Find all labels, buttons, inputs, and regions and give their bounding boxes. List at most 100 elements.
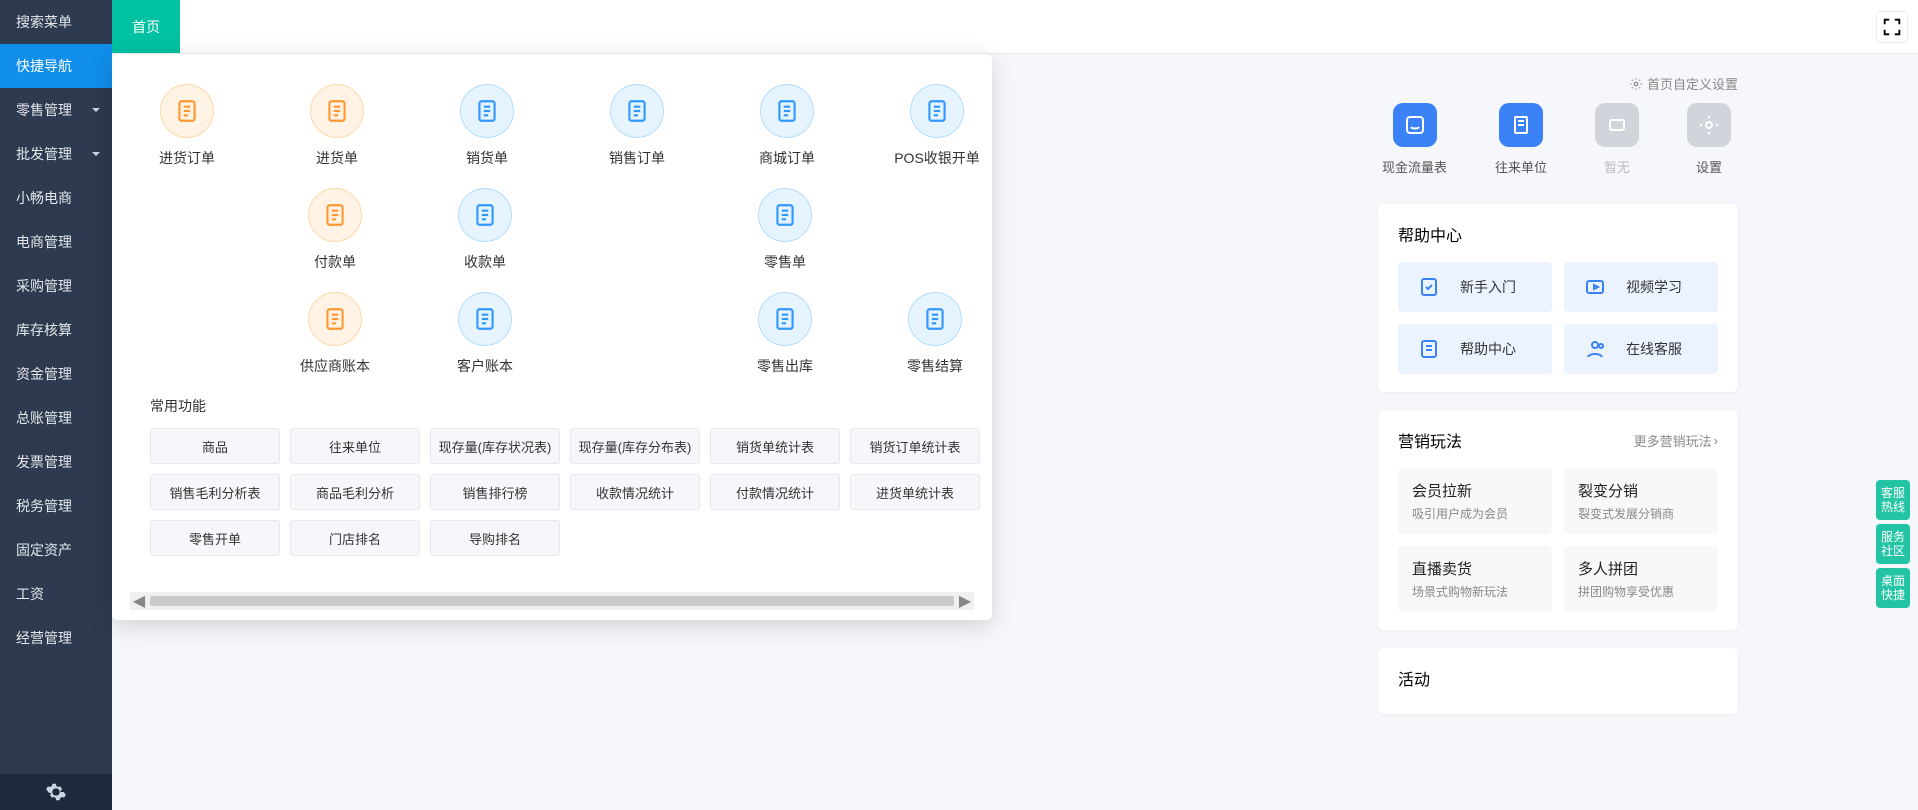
tab-label: 首页 xyxy=(132,17,160,37)
common-fn-label: 付款情况统计 xyxy=(736,483,814,502)
common-fn-button[interactable]: 商品 xyxy=(150,428,280,464)
common-fn-button[interactable]: 销货订单统计表 xyxy=(850,428,980,464)
common-fn-label: 进货单统计表 xyxy=(876,483,954,502)
help-title: 帮助中心 xyxy=(1398,222,1462,246)
sidebar-item-3[interactable]: 批发管理 xyxy=(0,132,112,176)
flow-node[interactable]: 销售订单 xyxy=(612,84,662,168)
float-chip[interactable]: 客服热线 xyxy=(1876,480,1910,520)
flow-node[interactable]: 客户账本 xyxy=(460,292,510,376)
customize-link[interactable]: 首页自定义设置 xyxy=(1378,74,1738,93)
document-icon xyxy=(310,84,364,138)
help-item[interactable]: 帮助中心 xyxy=(1398,324,1552,374)
sidebar-item-label: 快捷导航 xyxy=(16,44,72,88)
common-fn-label: 往来单位 xyxy=(329,437,381,456)
common-fn-label: 零售开单 xyxy=(189,529,241,548)
common-fn-label: 商品毛利分析 xyxy=(316,483,394,502)
sidebar-item-2[interactable]: 零售管理 xyxy=(0,88,112,132)
float-chip[interactable]: 服务社区 xyxy=(1876,524,1910,564)
fullscreen-button[interactable] xyxy=(1876,11,1908,43)
document-icon xyxy=(458,188,512,242)
common-fn-button[interactable]: 收款情况统计 xyxy=(570,474,700,510)
document-icon xyxy=(160,84,214,138)
sidebar-item-12[interactable]: 固定资产 xyxy=(0,528,112,572)
float-chip[interactable]: 桌面快捷 xyxy=(1876,568,1910,608)
help-item[interactable]: 新手入门 xyxy=(1398,262,1552,312)
shortcut-label: 现金流量表 xyxy=(1382,157,1447,176)
flow-node[interactable]: 零售单 xyxy=(760,188,810,272)
common-fn-button[interactable]: 门店排名 xyxy=(290,520,420,556)
document-icon xyxy=(460,84,514,138)
common-fn-label: 导购排名 xyxy=(469,529,521,548)
shortcut-label: 设置 xyxy=(1696,157,1722,176)
flow-node[interactable]: 付款单 xyxy=(310,188,360,272)
sidebar-item-label: 经营管理 xyxy=(16,616,72,660)
sidebar-item-label: 发票管理 xyxy=(16,440,72,484)
help-item[interactable]: 在线客服 xyxy=(1564,324,1718,374)
shortcut-label: 暂无 xyxy=(1604,157,1630,176)
sidebar-item-6[interactable]: 采购管理 xyxy=(0,264,112,308)
flow-node[interactable]: 进货单 xyxy=(312,84,362,168)
chevron-right-icon: › xyxy=(1714,433,1718,448)
marketing-more[interactable]: 更多营销玩法 › xyxy=(1634,431,1718,450)
scroll-right-icon[interactable]: ▶ xyxy=(956,592,974,610)
sidebar-item-4[interactable]: 小畅电商 xyxy=(0,176,112,220)
flow-label: 销售订单 xyxy=(609,148,665,168)
tab-home[interactable]: 首页 xyxy=(112,0,180,53)
flow-node[interactable]: 零售出库 xyxy=(760,292,810,376)
marketing-item[interactable]: 多人拼团拼团购物享受优惠 xyxy=(1564,546,1718,612)
common-fn-button[interactable]: 商品毛利分析 xyxy=(290,474,420,510)
flow-node[interactable]: POS收银开单 xyxy=(912,84,962,168)
help-icon xyxy=(1412,332,1446,366)
sidebar-item-1[interactable]: 快捷导航 xyxy=(0,44,112,88)
sidebar-item-14[interactable]: 经营管理 xyxy=(0,616,112,660)
common-fn-button[interactable]: 往来单位 xyxy=(290,428,420,464)
flow-label: 进货订单 xyxy=(159,148,215,168)
scroll-left-icon[interactable]: ◀ xyxy=(130,592,148,610)
common-fn-button[interactable]: 现存量(库存状况表) xyxy=(430,428,560,464)
common-fn-button[interactable]: 销售排行榜 xyxy=(430,474,560,510)
horizontal-scrollbar[interactable]: ◀ ▶ xyxy=(130,592,974,610)
sidebar-settings[interactable] xyxy=(0,774,112,810)
flow-node[interactable]: 销货单 xyxy=(462,84,512,168)
marketing-item-title: 直播卖货 xyxy=(1412,558,1538,579)
sidebar-item-13[interactable]: 工资 xyxy=(0,572,112,616)
sidebar-item-5[interactable]: 电商管理 xyxy=(0,220,112,264)
sidebar-item-11[interactable]: 税务管理 xyxy=(0,484,112,528)
common-fn-button[interactable]: 导购排名 xyxy=(430,520,560,556)
more-label: 更多营销玩法 xyxy=(1634,431,1712,450)
document-icon xyxy=(908,292,962,346)
shortcut-item[interactable]: 往来单位 xyxy=(1495,103,1547,176)
marketing-item-sub: 吸引用户成为会员 xyxy=(1412,505,1538,522)
help-icon xyxy=(1578,332,1612,366)
flow-node[interactable]: 供应商账本 xyxy=(310,292,360,376)
common-fn-button[interactable]: 付款情况统计 xyxy=(710,474,840,510)
common-fn-button[interactable]: 进货单统计表 xyxy=(850,474,980,510)
marketing-item[interactable]: 裂变分销裂变式发展分销商 xyxy=(1564,468,1718,534)
sidebar-item-10[interactable]: 发票管理 xyxy=(0,440,112,484)
document-icon xyxy=(308,292,362,346)
fullscreen-icon xyxy=(1881,16,1903,38)
sidebar-item-label: 采购管理 xyxy=(16,264,72,308)
shortcut-item[interactable]: 暂无 xyxy=(1595,103,1639,176)
marketing-item[interactable]: 直播卖货场景式购物新玩法 xyxy=(1398,546,1552,612)
sidebar-item-7[interactable]: 库存核算 xyxy=(0,308,112,352)
scroll-thumb[interactable] xyxy=(150,596,954,606)
shortcut-item[interactable]: 现金流量表 xyxy=(1382,103,1447,176)
marketing-item[interactable]: 会员拉新吸引用户成为会员 xyxy=(1398,468,1552,534)
sidebar-item-8[interactable]: 资金管理 xyxy=(0,352,112,396)
common-fn-button[interactable]: 现存量(库存分布表) xyxy=(570,428,700,464)
flow-label: 收款单 xyxy=(464,252,506,272)
common-fn-label: 销货订单统计表 xyxy=(869,437,960,456)
common-fn-button[interactable]: 销售毛利分析表 xyxy=(150,474,280,510)
flow-label: 进货单 xyxy=(316,148,358,168)
sidebar-item-0[interactable]: 搜索菜单 xyxy=(0,0,112,44)
common-fn-button[interactable]: 零售开单 xyxy=(150,520,280,556)
flow-node[interactable]: 商城订单 xyxy=(762,84,812,168)
sidebar-item-9[interactable]: 总账管理 xyxy=(0,396,112,440)
flow-node[interactable]: 进货订单 xyxy=(162,84,212,168)
help-item[interactable]: 视频学习 xyxy=(1564,262,1718,312)
shortcut-item[interactable]: 设置 xyxy=(1687,103,1731,176)
flow-node[interactable]: 收款单 xyxy=(460,188,510,272)
flow-node[interactable]: 零售结算 xyxy=(910,292,960,376)
common-fn-button[interactable]: 销货单统计表 xyxy=(710,428,840,464)
